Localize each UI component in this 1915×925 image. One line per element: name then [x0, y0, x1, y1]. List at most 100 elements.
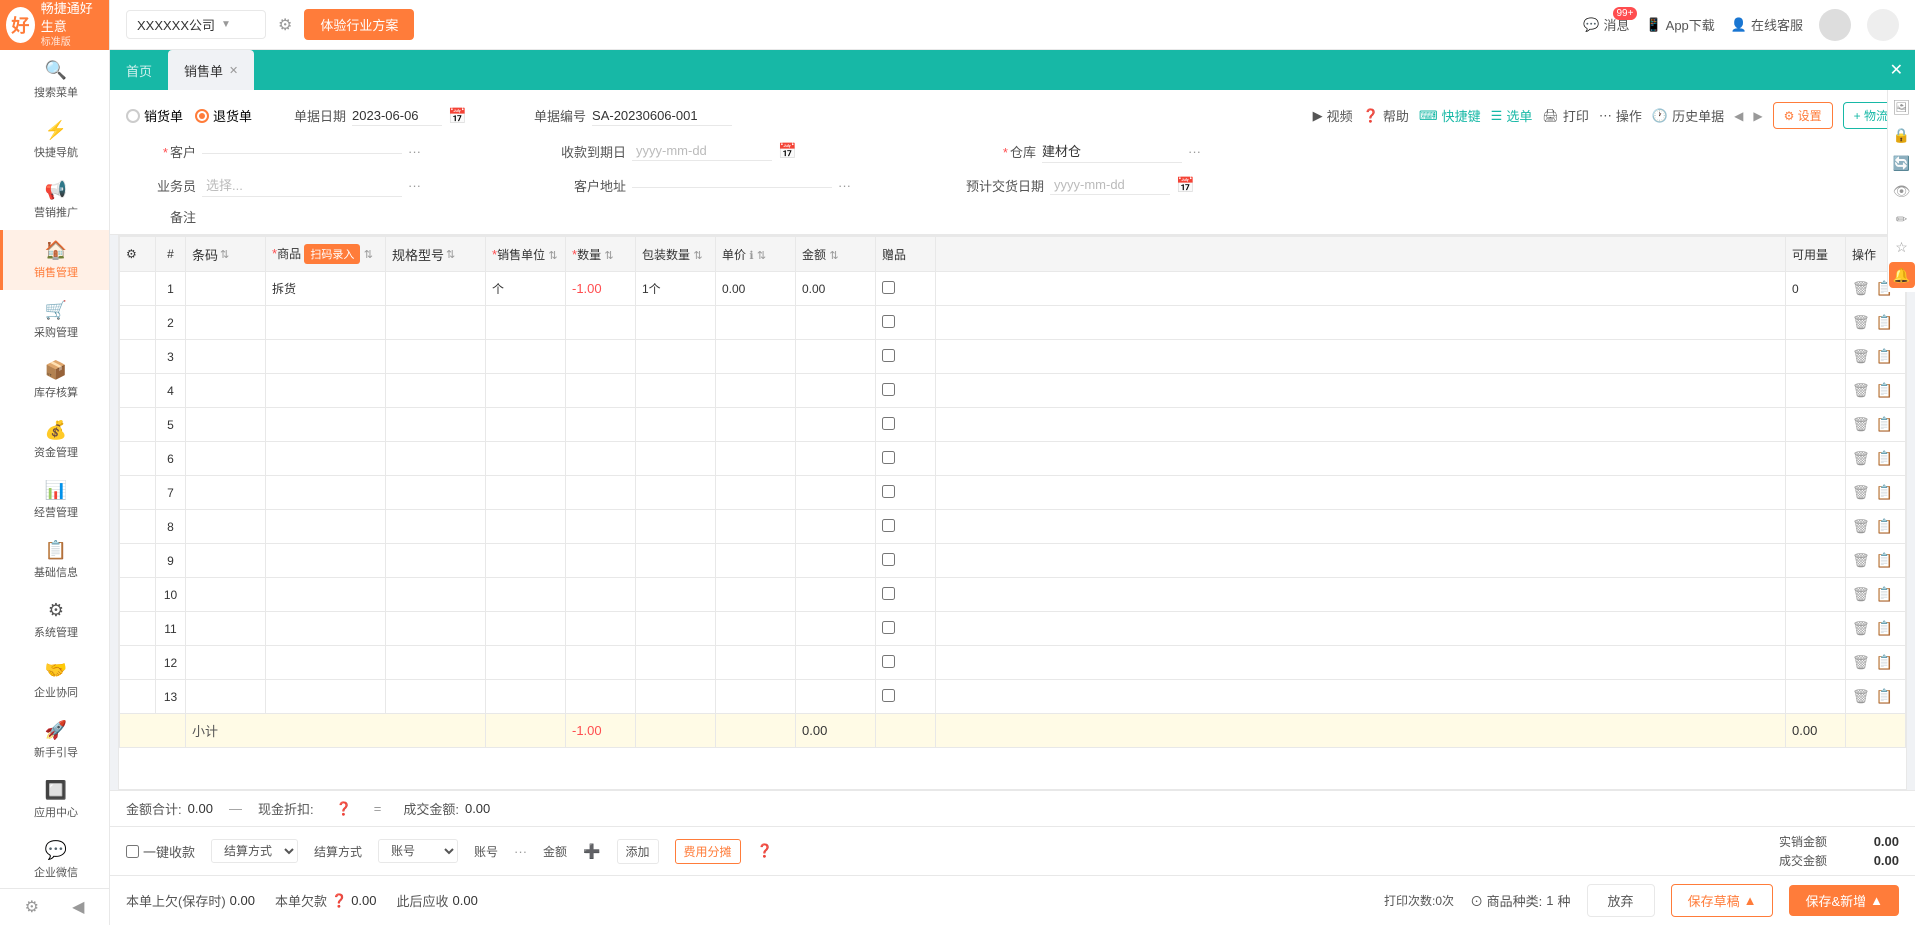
row-price[interactable]	[716, 374, 796, 408]
row-delete-icon[interactable]: 🗑	[1852, 314, 1870, 331]
row-price[interactable]	[716, 408, 796, 442]
row-price[interactable]: 0.00	[716, 272, 796, 306]
save-new-btn[interactable]: 保存&新增 ▲	[1789, 885, 1899, 916]
row-spec[interactable]	[386, 612, 486, 646]
sidebar-item-finance[interactable]: 💰 资金管理	[0, 410, 109, 470]
row-pkgqty[interactable]	[636, 408, 716, 442]
row-spec[interactable]	[386, 442, 486, 476]
row-spec[interactable]	[386, 272, 486, 306]
row-qty[interactable]	[566, 408, 636, 442]
row-copy-icon[interactable]: 📋	[1876, 484, 1893, 501]
sidebar-item-apps[interactable]: 🔲 应用中心	[0, 770, 109, 830]
row-price[interactable]	[716, 680, 796, 714]
sidebar-item-corp[interactable]: 🤝 企业协同	[0, 650, 109, 710]
row-delete-icon[interactable]: 🗑	[1852, 518, 1870, 535]
payment-calendar-icon[interactable]: 📅	[778, 142, 797, 160]
company-selector[interactable]: XXXXXX公司 ▼	[126, 10, 266, 39]
row-pkgqty[interactable]: 1个	[636, 272, 716, 306]
customer-value[interactable]	[202, 149, 402, 154]
row-pkgqty[interactable]	[636, 306, 716, 340]
pay-account-select[interactable]: 账号	[378, 839, 458, 863]
row-price[interactable]	[716, 306, 796, 340]
row-delete-icon[interactable]: 🗑	[1852, 484, 1870, 501]
row-pkgqty[interactable]	[636, 340, 716, 374]
tab-home[interactable]: 首页	[110, 50, 168, 90]
row-qty[interactable]	[566, 646, 636, 680]
row-unit[interactable]	[486, 408, 566, 442]
row-goods[interactable]	[266, 510, 386, 544]
row-delete-icon[interactable]: 🗑	[1852, 416, 1870, 433]
th-setting[interactable]: ⚙	[120, 237, 156, 272]
row-copy-icon[interactable]: 📋	[1876, 586, 1893, 603]
row-pkgqty[interactable]	[636, 442, 716, 476]
row-gift[interactable]	[876, 408, 936, 442]
row-gift[interactable]	[876, 646, 936, 680]
row-copy-icon[interactable]: 📋	[1876, 518, 1893, 535]
row-unit[interactable]	[486, 612, 566, 646]
row-spec[interactable]	[386, 646, 486, 680]
sidebar-item-system[interactable]: ⚙ 系统管理	[0, 590, 109, 650]
tab-close-icon[interactable]: ✕	[229, 64, 238, 77]
row-copy-icon[interactable]: 📋	[1876, 552, 1893, 569]
history-btn[interactable]: 🕐 历史单据	[1652, 106, 1724, 125]
row-unit[interactable]	[486, 442, 566, 476]
row-amount[interactable]	[796, 612, 876, 646]
row-amount[interactable]	[796, 306, 876, 340]
row-copy-icon[interactable]: 📋	[1876, 450, 1893, 467]
radio-return[interactable]: 退货单	[195, 106, 252, 125]
row-spec[interactable]	[386, 578, 486, 612]
row-barcode[interactable]	[186, 272, 266, 306]
row-pkgqty[interactable]	[636, 374, 716, 408]
row-unit[interactable]	[486, 306, 566, 340]
row-spec[interactable]	[386, 510, 486, 544]
row-barcode[interactable]	[186, 612, 266, 646]
row-spec[interactable]	[386, 374, 486, 408]
row-qty[interactable]	[566, 374, 636, 408]
row-copy-icon[interactable]: 📋	[1876, 688, 1893, 705]
row-goods[interactable]	[266, 442, 386, 476]
online-service-action[interactable]: 👤 在线客服	[1731, 15, 1803, 34]
row-amount[interactable]	[796, 476, 876, 510]
row-goods[interactable]	[266, 646, 386, 680]
user-avatar[interactable]	[1819, 9, 1851, 41]
row-pkgqty[interactable]	[636, 578, 716, 612]
row-copy-icon[interactable]: 📋	[1876, 620, 1893, 637]
sidebar-item-wechat[interactable]: 💬 企业微信	[0, 830, 109, 888]
warehouse-more-icon[interactable]: ···	[1188, 144, 1201, 159]
overdue-help-icon[interactable]: ❓	[331, 893, 347, 909]
app-download-action[interactable]: 📱 App下载	[1645, 15, 1714, 34]
row-barcode[interactable]	[186, 408, 266, 442]
question-icon[interactable]: ❓	[336, 801, 352, 817]
side-panel-edit-icon[interactable]: ✏	[1889, 206, 1915, 232]
row-amount[interactable]	[796, 680, 876, 714]
row-gift[interactable]	[876, 340, 936, 374]
add-btn[interactable]: 添加	[617, 839, 659, 864]
row-amount[interactable]	[796, 646, 876, 680]
row-barcode[interactable]	[186, 476, 266, 510]
operate-btn[interactable]: ⋯ 操作	[1599, 106, 1642, 125]
side-panel-star-icon[interactable]: ☆	[1889, 234, 1915, 260]
row-goods[interactable]: 拆货	[266, 272, 386, 306]
row-goods[interactable]	[266, 680, 386, 714]
pay-method-select[interactable]: 结算方式	[211, 839, 298, 863]
tab-sales-order[interactable]: 销售单 ✕	[168, 50, 254, 90]
row-unit[interactable]	[486, 578, 566, 612]
row-goods[interactable]	[266, 578, 386, 612]
customer-addr-more-icon[interactable]: ···	[838, 178, 851, 193]
sidebar-item-inventory[interactable]: 📦 库存核算	[0, 350, 109, 410]
customer-more-icon[interactable]: ···	[408, 144, 421, 159]
row-unit[interactable]	[486, 340, 566, 374]
collapse-icon[interactable]: ◀	[72, 897, 84, 917]
side-panel-orange-icon[interactable]: 🔔	[1889, 262, 1915, 288]
quick-pay-checkbox[interactable]: 一键收款	[126, 842, 195, 861]
row-qty[interactable]	[566, 680, 636, 714]
sidebar-item-basic[interactable]: 📋 基础信息	[0, 530, 109, 590]
row-delete-icon[interactable]: 🗑	[1852, 280, 1870, 297]
user-avatar-2[interactable]	[1867, 9, 1899, 41]
add-icon[interactable]: ➕	[583, 843, 600, 860]
row-gift[interactable]	[876, 374, 936, 408]
row-price[interactable]	[716, 544, 796, 578]
row-copy-icon[interactable]: 📋	[1876, 382, 1893, 399]
row-unit[interactable]	[486, 646, 566, 680]
row-amount[interactable]	[796, 578, 876, 612]
